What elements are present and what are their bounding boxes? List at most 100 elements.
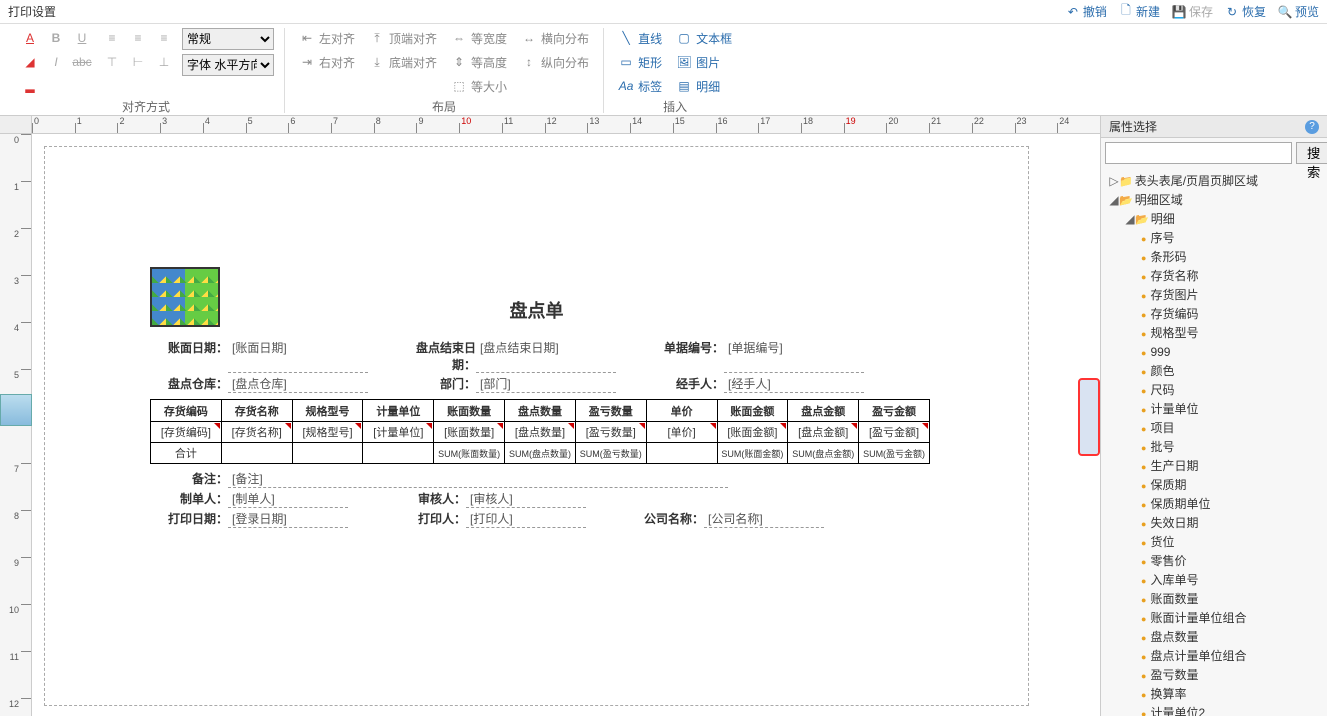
tree-node-detail[interactable]: 明细 xyxy=(1135,212,1175,226)
align-middle-button[interactable]: ⊢ xyxy=(126,52,150,72)
tree-leaf[interactable]: 盘点数量 xyxy=(1141,630,1198,644)
tree-node-detail-area[interactable]: 明细区域 xyxy=(1119,193,1183,207)
header-value[interactable]: [盘点结束日期] xyxy=(476,339,616,373)
table-cell[interactable]: [存货名称] xyxy=(221,422,292,443)
sum-cell[interactable] xyxy=(646,443,717,464)
sum-cell[interactable]: SUM(盈亏金额) xyxy=(859,443,930,464)
tree-leaf[interactable]: 颜色 xyxy=(1141,364,1174,378)
top-align-button[interactable]: ⤒顶端对齐 xyxy=(365,28,441,48)
sum-cell[interactable]: SUM(盘点数量) xyxy=(505,443,576,464)
table-header[interactable]: 账面数量 xyxy=(434,400,505,422)
ruler-vertical[interactable]: 0123456789101112 xyxy=(0,134,32,716)
ruler-marker[interactable] xyxy=(0,394,32,426)
report-page[interactable]: 盘点单 账面日期：[账面日期]盘点结束日期：[盘点结束日期]单据编号：[单据编号… xyxy=(44,146,1029,706)
table-header[interactable]: 盘点数量 xyxy=(505,400,576,422)
bold-button[interactable]: B xyxy=(44,28,68,48)
equal-height-button[interactable]: ⇕等高度 xyxy=(447,52,511,72)
table-cell[interactable]: [规格型号] xyxy=(292,422,363,443)
tree-leaf[interactable]: 账面数量 xyxy=(1141,592,1198,606)
header-value[interactable]: [经手人] xyxy=(724,375,864,393)
table-header[interactable]: 计量单位 xyxy=(363,400,434,422)
tree-node-header-area[interactable]: 表头表尾/页眉页脚区域 xyxy=(1119,174,1258,188)
tree-twisty[interactable]: ◢ xyxy=(1125,210,1135,228)
sum-cell[interactable]: SUM(账面数量) xyxy=(434,443,505,464)
preview-button[interactable]: 🔍预览 xyxy=(1278,3,1319,20)
tree-leaf[interactable]: 盘点计量单位组合 xyxy=(1141,649,1246,663)
highlight-button[interactable]: ◢ xyxy=(18,52,42,72)
report-logo[interactable] xyxy=(150,267,220,327)
footer-value[interactable]: [登录日期] xyxy=(228,510,348,528)
footer-value[interactable]: [备注] xyxy=(228,470,728,488)
table-cell[interactable]: [单价] xyxy=(646,422,717,443)
align-left-button[interactable]: ≡ xyxy=(100,28,124,48)
tree-leaf[interactable]: 零售价 xyxy=(1141,554,1186,568)
tree-leaf[interactable]: 入库单号 xyxy=(1141,573,1198,587)
insert-rect-button[interactable]: ▭矩形 xyxy=(614,52,666,72)
table-header[interactable]: 盈亏金额 xyxy=(859,400,930,422)
sum-cell[interactable] xyxy=(363,443,434,464)
align-bottom-button[interactable]: ⊥ xyxy=(152,52,176,72)
tree-leaf[interactable]: 条形码 xyxy=(1141,250,1186,264)
tree-leaf[interactable]: 尺码 xyxy=(1141,383,1174,397)
tree-leaf[interactable]: 序号 xyxy=(1141,231,1174,245)
table-cell[interactable]: [账面金额] xyxy=(717,422,788,443)
ruler-horizontal[interactable]: 0123456789101112131415161718192021222324 xyxy=(32,116,1100,134)
table-cell[interactable]: [计量单位] xyxy=(363,422,434,443)
align-center-button[interactable]: ≡ xyxy=(126,28,150,48)
table-header[interactable]: 单价 xyxy=(646,400,717,422)
search-input[interactable] xyxy=(1105,142,1292,164)
canvas-scroll[interactable]: 盘点单 账面日期：[账面日期]盘点结束日期：[盘点结束日期]单据编号：[单据编号… xyxy=(32,134,1082,716)
tree-leaf[interactable]: 生产日期 xyxy=(1141,459,1198,473)
right-align-button[interactable]: ⇥右对齐 xyxy=(295,52,359,72)
footer-value[interactable]: [打印人] xyxy=(466,510,586,528)
sum-cell[interactable]: 合计 xyxy=(151,443,222,464)
undo-button[interactable]: ↶撤销 xyxy=(1066,3,1107,20)
sum-cell[interactable]: SUM(账面金额) xyxy=(717,443,788,464)
sum-cell[interactable] xyxy=(221,443,292,464)
bottom-align-button[interactable]: ⤓底端对齐 xyxy=(365,52,441,72)
tree-leaf[interactable]: 规格型号 xyxy=(1141,326,1198,340)
align-top-button[interactable]: ⊤ xyxy=(100,52,124,72)
header-value[interactable]: [部门] xyxy=(476,375,616,393)
tree-twisty[interactable]: ▷ xyxy=(1109,172,1119,190)
tree-leaf[interactable]: 账面计量单位组合 xyxy=(1141,611,1246,625)
font-dir-select[interactable]: 字体 水平方向 xyxy=(182,54,274,76)
align-right-button[interactable]: ≡ xyxy=(152,28,176,48)
table-header[interactable]: 盈亏数量 xyxy=(575,400,646,422)
equal-width-button[interactable]: ⇔等宽度 xyxy=(447,28,511,48)
tree-leaf[interactable]: 批号 xyxy=(1141,440,1174,454)
tree-leaf[interactable]: 计量单位 xyxy=(1141,402,1198,416)
restore-button[interactable]: ↻恢复 xyxy=(1225,3,1266,20)
tree-leaf[interactable]: 货位 xyxy=(1141,535,1174,549)
table-header[interactable]: 规格型号 xyxy=(292,400,363,422)
footer-value[interactable]: [审核人] xyxy=(466,490,586,508)
search-button[interactable]: 搜索 xyxy=(1296,142,1327,164)
property-tree[interactable]: ▷表头表尾/页眉页脚区域 ◢明细区域 ◢明细 序号条形码存货名称存货图片存货编码… xyxy=(1101,168,1327,716)
table-cell[interactable]: [账面数量] xyxy=(434,422,505,443)
style-select[interactable]: 常规 xyxy=(182,28,274,50)
new-button[interactable]: 🗋新建 xyxy=(1119,3,1160,20)
tree-twisty[interactable]: ◢ xyxy=(1109,191,1119,209)
sum-cell[interactable]: SUM(盘点金额) xyxy=(788,443,859,464)
tree-leaf[interactable]: 盈亏数量 xyxy=(1141,668,1198,682)
strike-button[interactable]: abc xyxy=(70,52,94,72)
table-header[interactable]: 账面金额 xyxy=(717,400,788,422)
table-cell[interactable]: [盘点金额] xyxy=(788,422,859,443)
footer-value[interactable]: [公司名称] xyxy=(704,510,824,528)
header-value[interactable]: [账面日期] xyxy=(228,339,368,373)
table-cell[interactable]: [盘点数量] xyxy=(505,422,576,443)
tree-leaf[interactable]: 存货编码 xyxy=(1141,307,1198,321)
insert-textbox-button[interactable]: ▢文本框 xyxy=(672,28,736,48)
tree-leaf[interactable]: 999 xyxy=(1141,345,1170,359)
sum-cell[interactable]: SUM(盈亏数量) xyxy=(575,443,646,464)
h-distribute-button[interactable]: ↔横向分布 xyxy=(517,28,593,48)
tree-leaf[interactable]: 项目 xyxy=(1141,421,1174,435)
tree-leaf[interactable]: 失效日期 xyxy=(1141,516,1198,530)
insert-line-button[interactable]: ╲直线 xyxy=(614,28,666,48)
border-color-button[interactable]: ▂ xyxy=(18,76,42,96)
footer-value[interactable]: [制单人] xyxy=(228,490,348,508)
table-cell[interactable]: [盈亏金额] xyxy=(859,422,930,443)
tree-leaf[interactable]: 保质期单位 xyxy=(1141,497,1210,511)
tree-leaf[interactable]: 计量单位2 xyxy=(1141,706,1205,716)
tree-leaf[interactable]: 存货名称 xyxy=(1141,269,1198,283)
